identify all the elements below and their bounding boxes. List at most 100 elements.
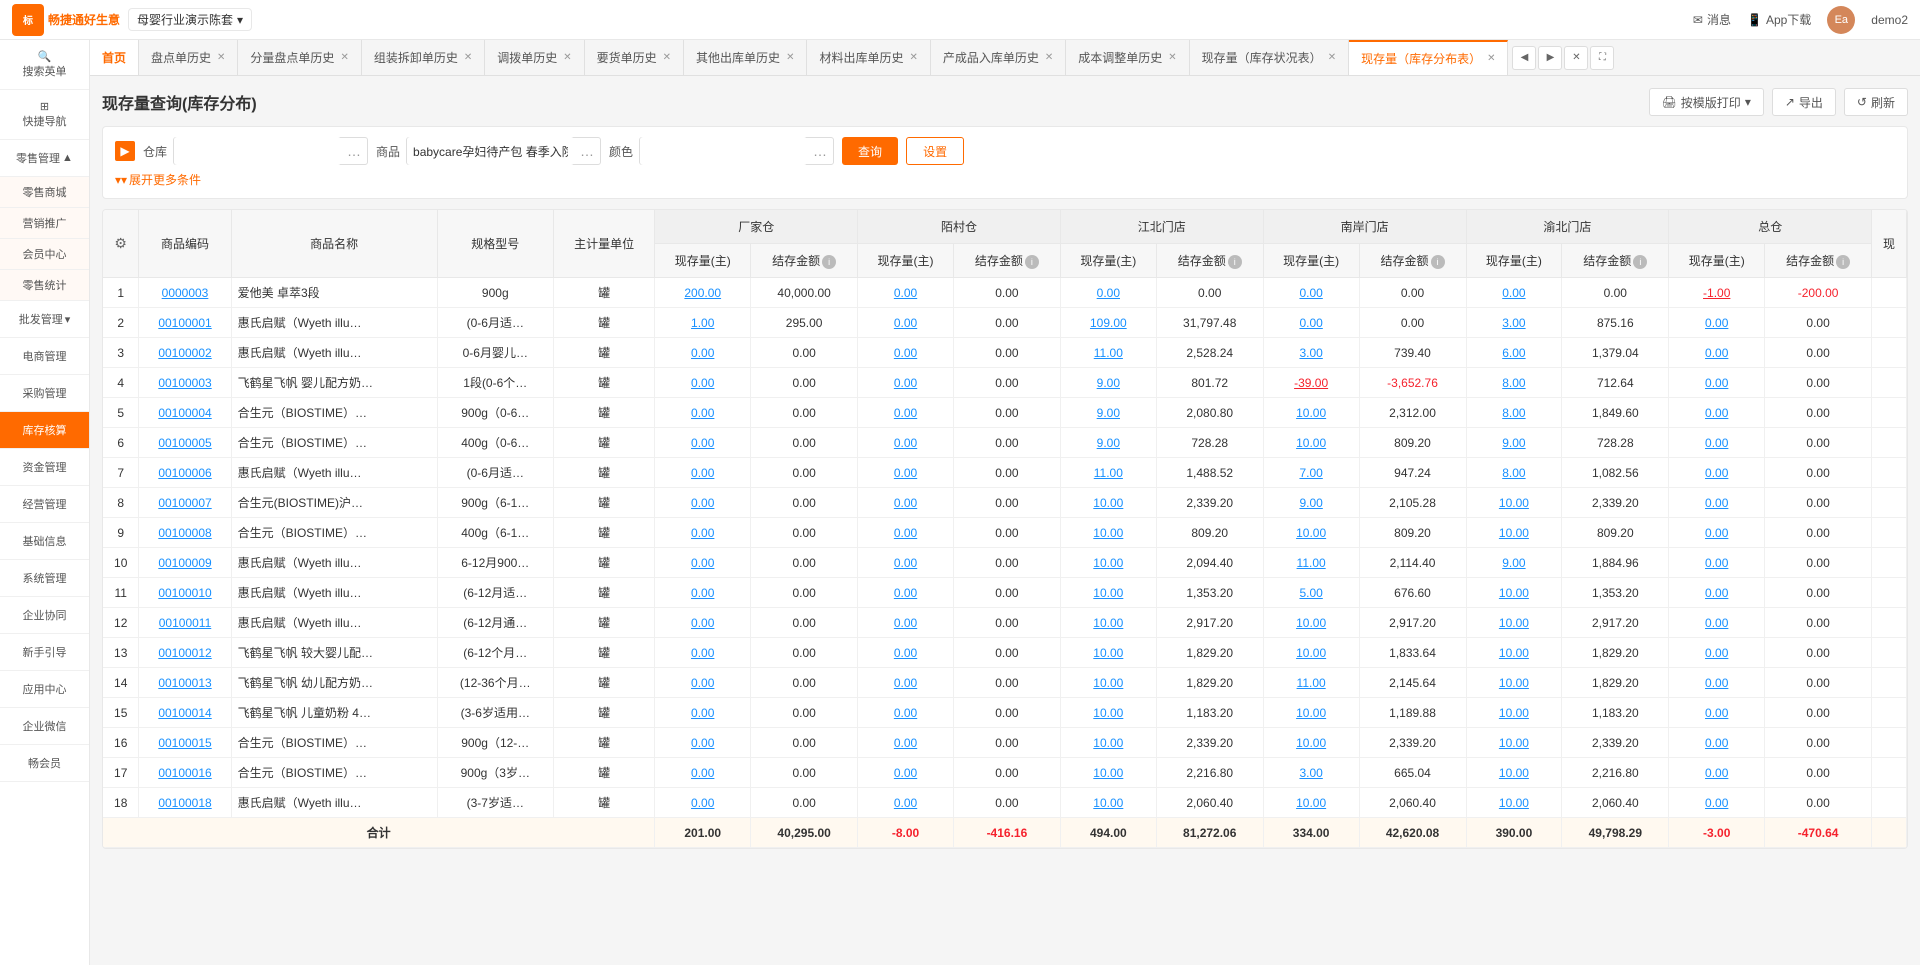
tab-close-icon[interactable]: ✕	[786, 52, 794, 63]
factory-stock-link[interactable]: 0.00	[691, 496, 714, 510]
code-link[interactable]: 00100010	[158, 586, 211, 600]
yubei-stock-link[interactable]: 10.00	[1499, 616, 1529, 630]
yubei-stock-link[interactable]: 10.00	[1499, 496, 1529, 510]
yubei-stock-link[interactable]: 10.00	[1499, 766, 1529, 780]
total-stock-link[interactable]: 0.00	[1705, 796, 1728, 810]
mocun-stock-link[interactable]: 0.00	[894, 646, 917, 660]
jiangbei-stock-link[interactable]: 11.00	[1094, 346, 1123, 360]
mocun-stock-link[interactable]: 0.00	[894, 736, 917, 750]
goods-input[interactable]	[407, 137, 574, 165]
sidebar-item-marketing[interactable]: 营销推广	[0, 208, 89, 239]
factory-stock-link[interactable]: 0.00	[691, 556, 714, 570]
total-stock-link[interactable]: 0.00	[1705, 706, 1728, 720]
mocun-stock-link[interactable]: 0.00	[894, 526, 917, 540]
tab-close-icon[interactable]: ✕	[464, 52, 472, 63]
factory-stock-link[interactable]: 0.00	[691, 436, 714, 450]
factory-stock-link[interactable]: 0.00	[691, 586, 714, 600]
tab-material-out-history[interactable]: 材料出库单历史 ✕	[807, 40, 930, 76]
tab-home[interactable]: 首页	[90, 40, 139, 76]
total-stock-link[interactable]: 0.00	[1705, 346, 1728, 360]
yubei-stock-link[interactable]: 6.00	[1502, 346, 1525, 360]
yubei-stock-link[interactable]: 8.00	[1502, 466, 1525, 480]
tab-next-btn[interactable]: ▶	[1538, 46, 1562, 70]
code-link[interactable]: 00100005	[158, 436, 211, 450]
total-stock-link[interactable]: 0.00	[1705, 406, 1728, 420]
sidebar-item-ops[interactable]: 经营管理	[0, 486, 89, 523]
code-link[interactable]: 00100016	[158, 766, 211, 780]
sidebar-item-nav[interactable]: ⊞ 快捷导航	[0, 90, 89, 140]
jiangbei-stock-link[interactable]: 10.00	[1093, 586, 1123, 600]
tab-close-icon[interactable]: ✕	[217, 52, 225, 63]
tab-transfer-history[interactable]: 调拨单历史 ✕	[485, 40, 584, 76]
info-icon[interactable]: i	[1431, 255, 1445, 269]
app-download-btn[interactable]: 📱 App下载	[1747, 11, 1811, 28]
code-link[interactable]: 00100011	[159, 616, 212, 630]
sidebar-item-vip[interactable]: 畅会员	[0, 745, 89, 782]
sidebar-item-guide[interactable]: 新手引导	[0, 634, 89, 671]
info-icon[interactable]: i	[1633, 255, 1647, 269]
sidebar-item-retail-shop[interactable]: 零售商城	[0, 177, 89, 208]
tab-close-icon[interactable]: ✕	[563, 52, 571, 63]
jiangbei-stock-link[interactable]: 0.00	[1097, 286, 1120, 300]
jiangbei-stock-link[interactable]: 10.00	[1093, 796, 1123, 810]
nanan-stock-link[interactable]: 10.00	[1296, 616, 1326, 630]
mocun-stock-link[interactable]: 0.00	[894, 406, 917, 420]
tab-close-icon[interactable]: ✕	[663, 52, 671, 63]
tab-other-out-history[interactable]: 其他出库单历史 ✕	[684, 40, 807, 76]
code-link[interactable]: 00100003	[158, 376, 211, 390]
nanan-stock-link[interactable]: 10.00	[1296, 646, 1326, 660]
mocun-stock-link[interactable]: 0.00	[894, 286, 917, 300]
jiangbei-stock-link[interactable]: 10.00	[1093, 616, 1123, 630]
yubei-stock-link[interactable]: 10.00	[1499, 706, 1529, 720]
refresh-button[interactable]: ↺ 刷新	[1844, 88, 1908, 116]
yubei-stock-link[interactable]: 10.00	[1499, 796, 1529, 810]
sidebar-item-apps[interactable]: 应用中心	[0, 671, 89, 708]
jiangbei-stock-link[interactable]: 9.00	[1097, 436, 1120, 450]
mocun-stock-link[interactable]: 0.00	[894, 586, 917, 600]
total-stock-link[interactable]: 0.00	[1705, 436, 1728, 450]
sidebar-item-corp[interactable]: 企业协同	[0, 597, 89, 634]
info-icon[interactable]: i	[1228, 255, 1242, 269]
code-link[interactable]: 00100001	[158, 316, 211, 330]
jiangbei-stock-link[interactable]: 10.00	[1093, 526, 1123, 540]
jiangbei-stock-link[interactable]: 9.00	[1097, 406, 1120, 420]
code-link[interactable]: 00100013	[158, 676, 211, 690]
yubei-stock-link[interactable]: 10.00	[1499, 676, 1529, 690]
info-icon[interactable]: i	[1836, 255, 1850, 269]
nanan-stock-link[interactable]: 10.00	[1296, 796, 1326, 810]
yubei-stock-link[interactable]: 8.00	[1502, 406, 1525, 420]
total-stock-link[interactable]: -1.00	[1703, 286, 1730, 300]
yubei-stock-link[interactable]: 8.00	[1502, 376, 1525, 390]
code-link[interactable]: 00100015	[158, 736, 211, 750]
factory-stock-link[interactable]: 0.00	[691, 466, 714, 480]
factory-stock-link[interactable]: 200.00	[684, 286, 721, 300]
sidebar-item-inventory[interactable]: 库存核算	[0, 412, 89, 449]
factory-stock-link[interactable]: 0.00	[691, 616, 714, 630]
tab-close-icon[interactable]: ✕	[1045, 52, 1053, 63]
collapse-search-btn[interactable]: ▶	[115, 141, 135, 161]
code-link[interactable]: 00100004	[158, 406, 211, 420]
tab-close-icon[interactable]: ✕	[1328, 52, 1336, 63]
total-stock-link[interactable]: 0.00	[1705, 616, 1728, 630]
mocun-stock-link[interactable]: 0.00	[894, 436, 917, 450]
query-button[interactable]: 查询	[842, 137, 898, 165]
mocun-stock-link[interactable]: 0.00	[894, 496, 917, 510]
color-dots-btn[interactable]: …	[807, 143, 833, 159]
industry-selector[interactable]: 母婴行业演示陈套 ▾	[128, 8, 252, 31]
factory-stock-link[interactable]: 0.00	[691, 676, 714, 690]
nanan-stock-link[interactable]: 10.00	[1296, 526, 1326, 540]
mocun-stock-link[interactable]: 0.00	[894, 706, 917, 720]
nanan-stock-link[interactable]: 0.00	[1299, 316, 1322, 330]
jiangbei-stock-link[interactable]: 10.00	[1093, 736, 1123, 750]
sidebar-item-purchase[interactable]: 采购管理	[0, 375, 89, 412]
yubei-stock-link[interactable]: 10.00	[1499, 526, 1529, 540]
nanan-stock-link[interactable]: 3.00	[1299, 346, 1322, 360]
tab-point-history[interactable]: 盘点单历史 ✕	[139, 40, 238, 76]
nanan-stock-link[interactable]: -39.00	[1294, 376, 1328, 390]
mocun-stock-link[interactable]: 0.00	[894, 316, 917, 330]
total-stock-link[interactable]: 0.00	[1705, 496, 1728, 510]
yubei-stock-link[interactable]: 10.00	[1499, 646, 1529, 660]
warehouse-input[interactable]	[174, 137, 341, 165]
jiangbei-stock-link[interactable]: 10.00	[1093, 766, 1123, 780]
factory-stock-link[interactable]: 1.00	[691, 316, 714, 330]
